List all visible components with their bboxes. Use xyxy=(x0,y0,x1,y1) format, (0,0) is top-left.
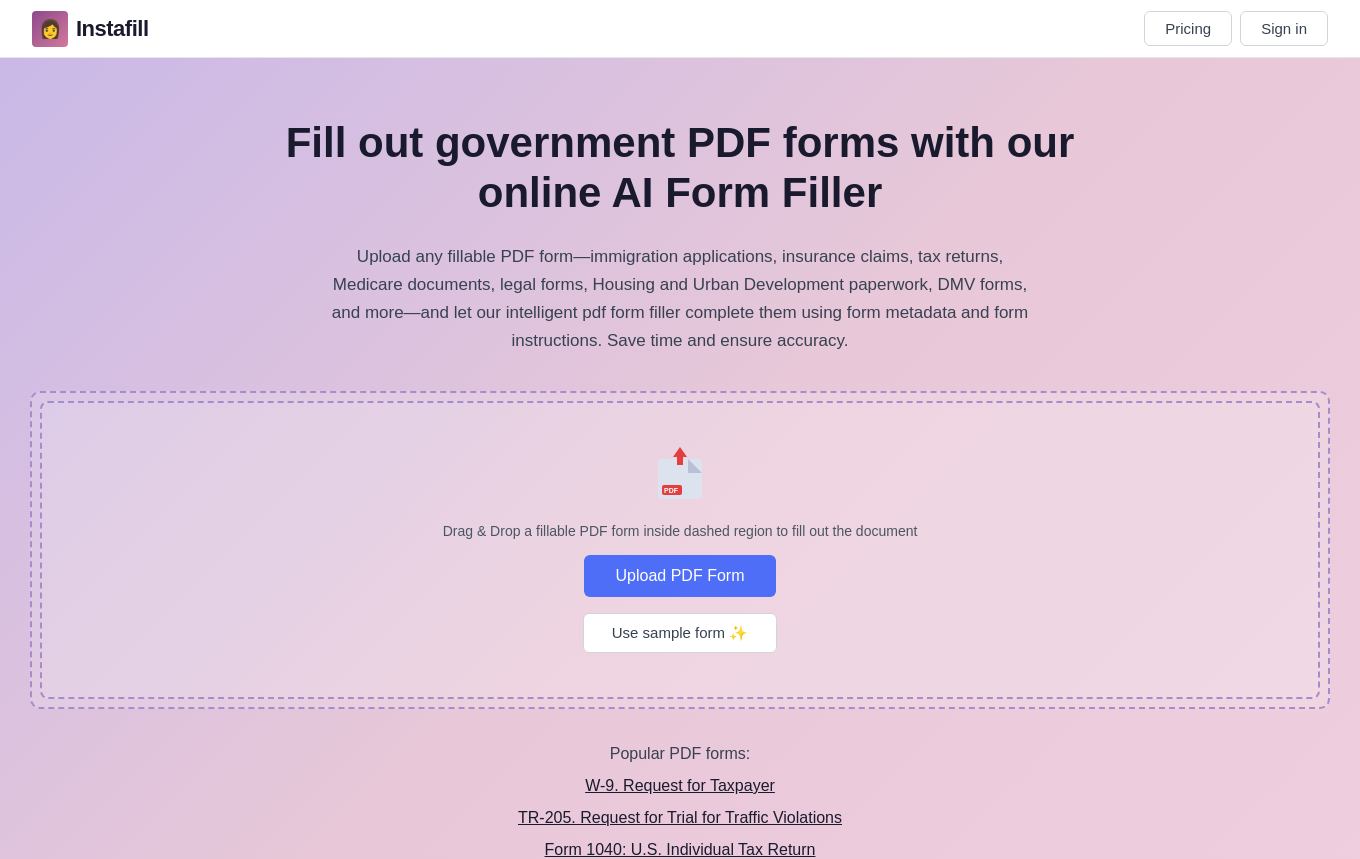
upload-outer: PDF Drag & Drop a fillable PDF form insi… xyxy=(30,391,1330,709)
upload-pdf-button[interactable]: Upload PDF Form xyxy=(584,555,777,597)
hero-subtitle: Upload any fillable PDF form—immigration… xyxy=(320,243,1040,355)
form-link-1040[interactable]: Form 1040: U.S. Individual Tax Return xyxy=(545,841,816,859)
pricing-button[interactable]: Pricing xyxy=(1144,11,1232,46)
logo-text: Instafill xyxy=(76,16,149,42)
popular-forms-section: Popular PDF forms: W-9. Request for Taxp… xyxy=(40,745,1320,859)
main-content: Fill out government PDF forms with our o… xyxy=(0,58,1360,859)
signin-button[interactable]: Sign in xyxy=(1240,11,1328,46)
nav-buttons: Pricing Sign in xyxy=(1144,11,1328,46)
pdf-upload-icon: PDF xyxy=(652,443,708,507)
form-link-tr205[interactable]: TR-205. Request for Trial for Traffic Vi… xyxy=(518,809,842,827)
upload-inner[interactable]: PDF Drag & Drop a fillable PDF form insi… xyxy=(40,401,1320,699)
logo-emoji: 👩 xyxy=(39,18,61,40)
sample-form-button[interactable]: Use sample form ✨ xyxy=(583,613,778,653)
hero-title: Fill out government PDF forms with our o… xyxy=(230,118,1130,219)
logo-area: 👩 Instafill xyxy=(32,11,149,47)
header: 👩 Instafill Pricing Sign in xyxy=(0,0,1360,58)
svg-text:PDF: PDF xyxy=(664,487,679,494)
popular-forms-title: Popular PDF forms: xyxy=(610,745,750,763)
logo-avatar: 👩 xyxy=(32,11,68,47)
drag-drop-text: Drag & Drop a fillable PDF form inside d… xyxy=(443,523,918,539)
form-link-w9[interactable]: W-9. Request for Taxpayer xyxy=(585,777,775,795)
